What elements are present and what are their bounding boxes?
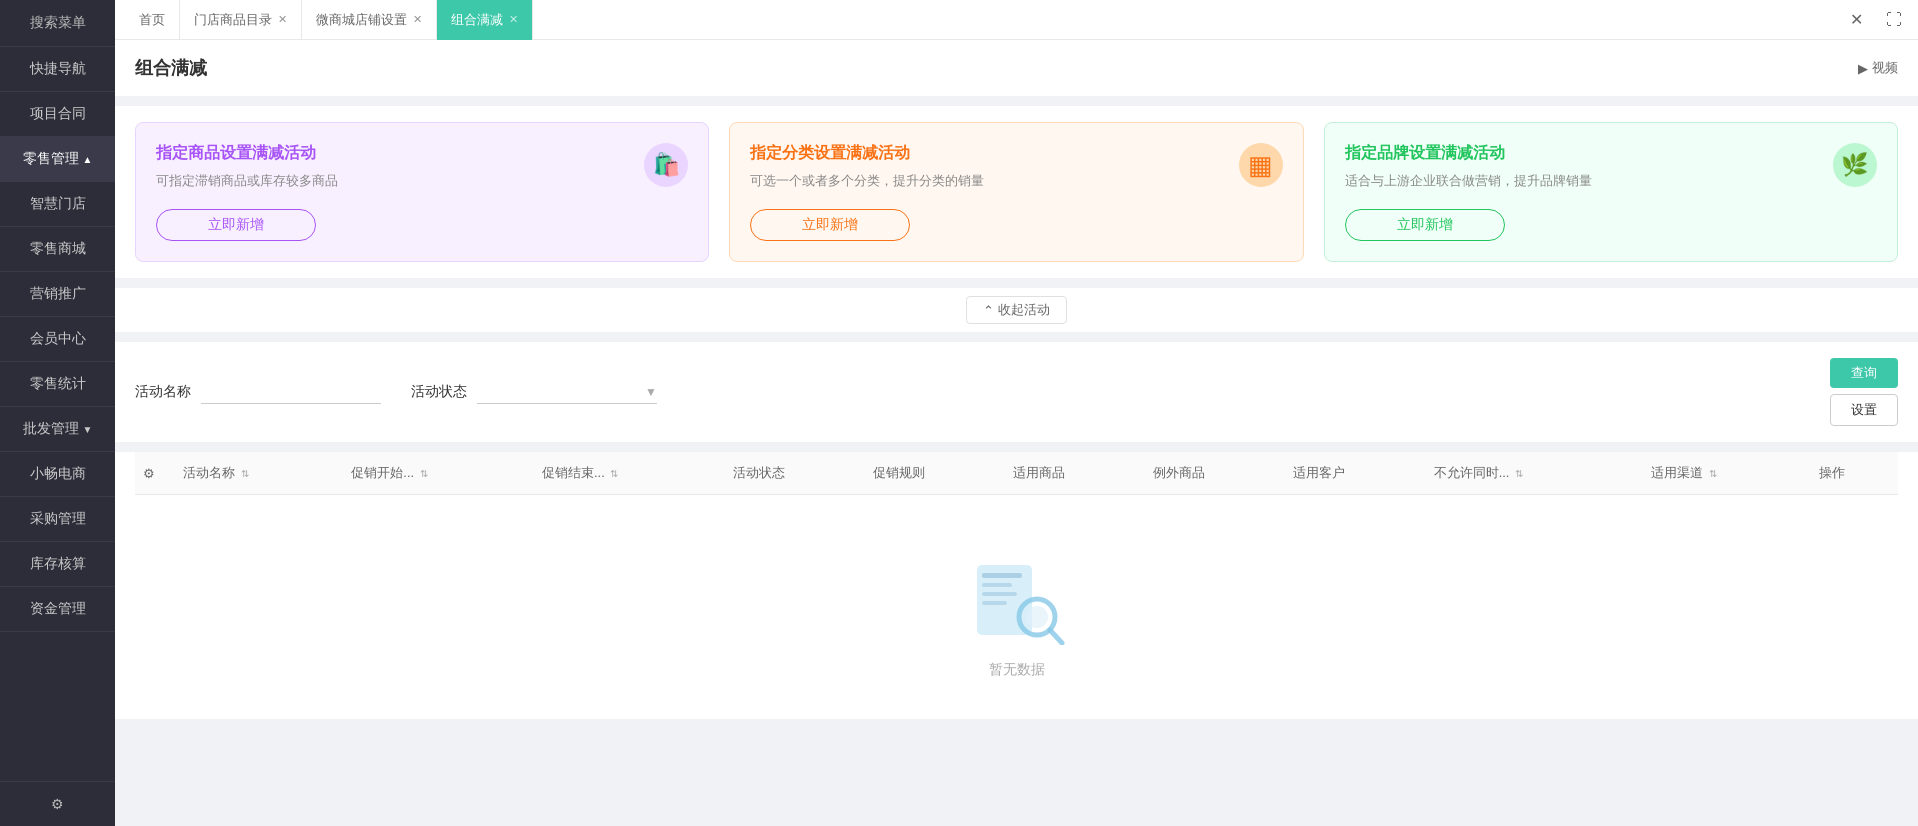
svg-rect-2 bbox=[982, 583, 1012, 587]
activity-status-label: 活动状态 bbox=[411, 383, 467, 401]
sidebar: 搜索菜单 快捷导航 项目合同 零售管理 ▲ 智慧门店 零售商城 营销推广 会员中… bbox=[0, 0, 115, 826]
col-activity-status: 活动状态 bbox=[725, 452, 865, 495]
col-promo-start[interactable]: 促销开始... ⇅ bbox=[343, 452, 534, 495]
activity-status-field: 活动状态 ▼ bbox=[411, 381, 657, 404]
col-applicable-customer: 适用客户 bbox=[1285, 452, 1425, 495]
page-title: 组合满减 bbox=[135, 56, 207, 80]
cards-section: 🛍️ 指定商品设置满减活动 可指定滞销商品或库存较多商品 立即新增 ▦ 指定分类… bbox=[115, 106, 1918, 278]
empty-state-row: 暂无数据 bbox=[135, 495, 1898, 720]
chevron-up-icon: ▲ bbox=[83, 154, 93, 165]
close-icon[interactable]: ✕ bbox=[509, 13, 518, 26]
chevron-down-icon: ▼ bbox=[83, 424, 93, 435]
sidebar-item-member-center[interactable]: 会员中心 bbox=[0, 317, 115, 362]
query-button[interactable]: 查询 bbox=[1830, 358, 1898, 388]
tab-bar-actions: ✕ ⛶ bbox=[1842, 6, 1908, 34]
empty-text: 暂无数据 bbox=[989, 661, 1045, 679]
col-promo-rule: 促销规则 bbox=[865, 452, 1005, 495]
gear-icon: ⚙ bbox=[51, 796, 64, 812]
sidebar-item-quick-nav[interactable]: 快捷导航 bbox=[0, 47, 115, 92]
svg-line-6 bbox=[1050, 630, 1062, 643]
sidebar-item-retail-stats[interactable]: 零售统计 bbox=[0, 362, 115, 407]
sidebar-item-marketing[interactable]: 营销推广 bbox=[0, 272, 115, 317]
video-button[interactable]: ▶ 视频 bbox=[1858, 59, 1898, 77]
tab-store-catalog[interactable]: 门店商品目录 ✕ bbox=[180, 0, 302, 40]
col-not-allow-same[interactable]: 不允许同时... ⇅ bbox=[1426, 452, 1643, 495]
tab-bar: 首页 门店商品目录 ✕ 微商城店铺设置 ✕ 组合满减 ✕ ✕ ⛶ bbox=[115, 0, 1918, 40]
sidebar-item-smart-store[interactable]: 智慧门店 bbox=[0, 182, 115, 227]
close-icon[interactable]: ✕ bbox=[278, 13, 287, 26]
setting-button[interactable]: 设置 bbox=[1830, 394, 1898, 426]
brand-card-icon: 🌿 bbox=[1833, 143, 1877, 187]
col-exception-goods: 例外商品 bbox=[1145, 452, 1285, 495]
brand-card-desc: 适合与上游企业联合做营销，提升品牌销量 bbox=[1345, 172, 1877, 195]
product-card-add-button[interactable]: 立即新增 bbox=[156, 209, 316, 241]
category-card-icon: ▦ bbox=[1239, 143, 1283, 187]
main-area: 首页 门店商品目录 ✕ 微商城店铺设置 ✕ 组合满减 ✕ ✕ ⛶ 组合满减 ▶ … bbox=[115, 0, 1918, 826]
activity-status-select[interactable]: ▼ bbox=[477, 381, 657, 404]
table-section: ⚙ 活动名称 ⇅ 促销开始... ⇅ 促销结束... ⇅ bbox=[115, 452, 1918, 719]
cards-row: 🛍️ 指定商品设置满减活动 可指定滞销商品或库存较多商品 立即新增 ▦ 指定分类… bbox=[135, 122, 1898, 262]
sort-icon: ⇅ bbox=[1709, 468, 1717, 479]
tab-home[interactable]: 首页 bbox=[125, 0, 180, 40]
collapse-activities-button[interactable]: ⌃ 收起活动 bbox=[966, 296, 1067, 324]
category-card-add-button[interactable]: 立即新增 bbox=[750, 209, 910, 241]
category-card-title: 指定分类设置满减活动 bbox=[750, 143, 1282, 164]
col-operations: 操作 bbox=[1811, 452, 1898, 495]
activity-name-field: 活动名称 bbox=[135, 380, 381, 404]
tab-combo-discount[interactable]: 组合满减 ✕ bbox=[437, 0, 533, 40]
page-header: 组合满减 ▶ 视频 bbox=[115, 40, 1918, 96]
chevron-up-icon: ⌃ bbox=[983, 303, 994, 318]
col-applicable-goods: 适用商品 bbox=[1005, 452, 1145, 495]
sidebar-item-project-contract[interactable]: 项目合同 bbox=[0, 92, 115, 137]
empty-state: 暂无数据 bbox=[135, 495, 1898, 719]
col-applicable-channel[interactable]: 适用渠道 ⇅ bbox=[1643, 452, 1811, 495]
brand-card-add-button[interactable]: 立即新增 bbox=[1345, 209, 1505, 241]
sidebar-item-finance-mgmt[interactable]: 资金管理 bbox=[0, 587, 115, 632]
search-actions: 查询 设置 bbox=[1830, 358, 1898, 426]
collapse-bar: ⌃ 收起活动 bbox=[115, 288, 1918, 332]
svg-point-7 bbox=[1026, 606, 1048, 628]
sidebar-settings-button[interactable]: ⚙ bbox=[0, 781, 115, 826]
sidebar-item-wholesale-mgmt[interactable]: 批发管理 ▼ bbox=[0, 407, 115, 452]
table-body: 暂无数据 bbox=[135, 495, 1898, 720]
empty-illustration bbox=[962, 555, 1072, 645]
brand-card: 🌿 指定品牌设置满减活动 适合与上游企业联合做营销，提升品牌销量 立即新增 bbox=[1324, 122, 1898, 262]
play-icon: ▶ bbox=[1858, 61, 1868, 76]
content-area: 组合满减 ▶ 视频 🛍️ 指定商品设置满减活动 可指定滞销商品或库存较多商品 立… bbox=[115, 40, 1918, 826]
sidebar-item-inventory-calc[interactable]: 库存核算 bbox=[0, 542, 115, 587]
search-bar: 活动名称 活动状态 ▼ 查询 设置 bbox=[115, 342, 1918, 442]
sort-icon: ⇅ bbox=[241, 468, 249, 479]
data-table: ⚙ 活动名称 ⇅ 促销开始... ⇅ 促销结束... ⇅ bbox=[135, 452, 1898, 719]
sidebar-search[interactable]: 搜索菜单 bbox=[0, 0, 115, 47]
activity-name-label: 活动名称 bbox=[135, 383, 191, 401]
table-header-row: ⚙ 活动名称 ⇅ 促销开始... ⇅ 促销结束... ⇅ bbox=[135, 452, 1898, 495]
chevron-down-icon: ▼ bbox=[645, 385, 657, 399]
sidebar-item-retail-mall[interactable]: 零售商城 bbox=[0, 227, 115, 272]
product-card-desc: 可指定滞销商品或库存较多商品 bbox=[156, 172, 688, 195]
sort-icon: ⇅ bbox=[610, 468, 618, 479]
brand-card-title: 指定品牌设置满减活动 bbox=[1345, 143, 1877, 164]
sidebar-item-retail-mgmt[interactable]: 零售管理 ▲ bbox=[0, 137, 115, 182]
maximize-window-button[interactable]: ⛶ bbox=[1880, 6, 1908, 34]
sidebar-item-xiaochang-ecom[interactable]: 小畅电商 bbox=[0, 452, 115, 497]
category-card: ▦ 指定分类设置满减活动 可选一个或者多个分类，提升分类的销量 立即新增 bbox=[729, 122, 1303, 262]
activity-name-input[interactable] bbox=[201, 380, 381, 404]
svg-rect-1 bbox=[982, 573, 1022, 578]
svg-rect-4 bbox=[982, 601, 1007, 605]
tab-wechat-settings[interactable]: 微商城店铺设置 ✕ bbox=[302, 0, 437, 40]
sort-icon: ⇅ bbox=[1515, 468, 1523, 479]
close-icon[interactable]: ✕ bbox=[413, 13, 422, 26]
col-activity-name[interactable]: 活动名称 ⇅ bbox=[175, 452, 343, 495]
col-promo-end[interactable]: 促销结束... ⇅ bbox=[534, 452, 725, 495]
category-card-desc: 可选一个或者多个分类，提升分类的销量 bbox=[750, 172, 1282, 195]
sidebar-item-purchase-mgmt[interactable]: 采购管理 bbox=[0, 497, 115, 542]
svg-rect-3 bbox=[982, 592, 1017, 596]
product-card-icon: 🛍️ bbox=[644, 143, 688, 187]
product-card-title: 指定商品设置满减活动 bbox=[156, 143, 688, 164]
gear-icon: ⚙ bbox=[143, 466, 155, 481]
col-settings[interactable]: ⚙ bbox=[135, 452, 175, 495]
close-window-button[interactable]: ✕ bbox=[1842, 6, 1870, 34]
sort-icon: ⇅ bbox=[420, 468, 428, 479]
product-card: 🛍️ 指定商品设置满减活动 可指定滞销商品或库存较多商品 立即新增 bbox=[135, 122, 709, 262]
